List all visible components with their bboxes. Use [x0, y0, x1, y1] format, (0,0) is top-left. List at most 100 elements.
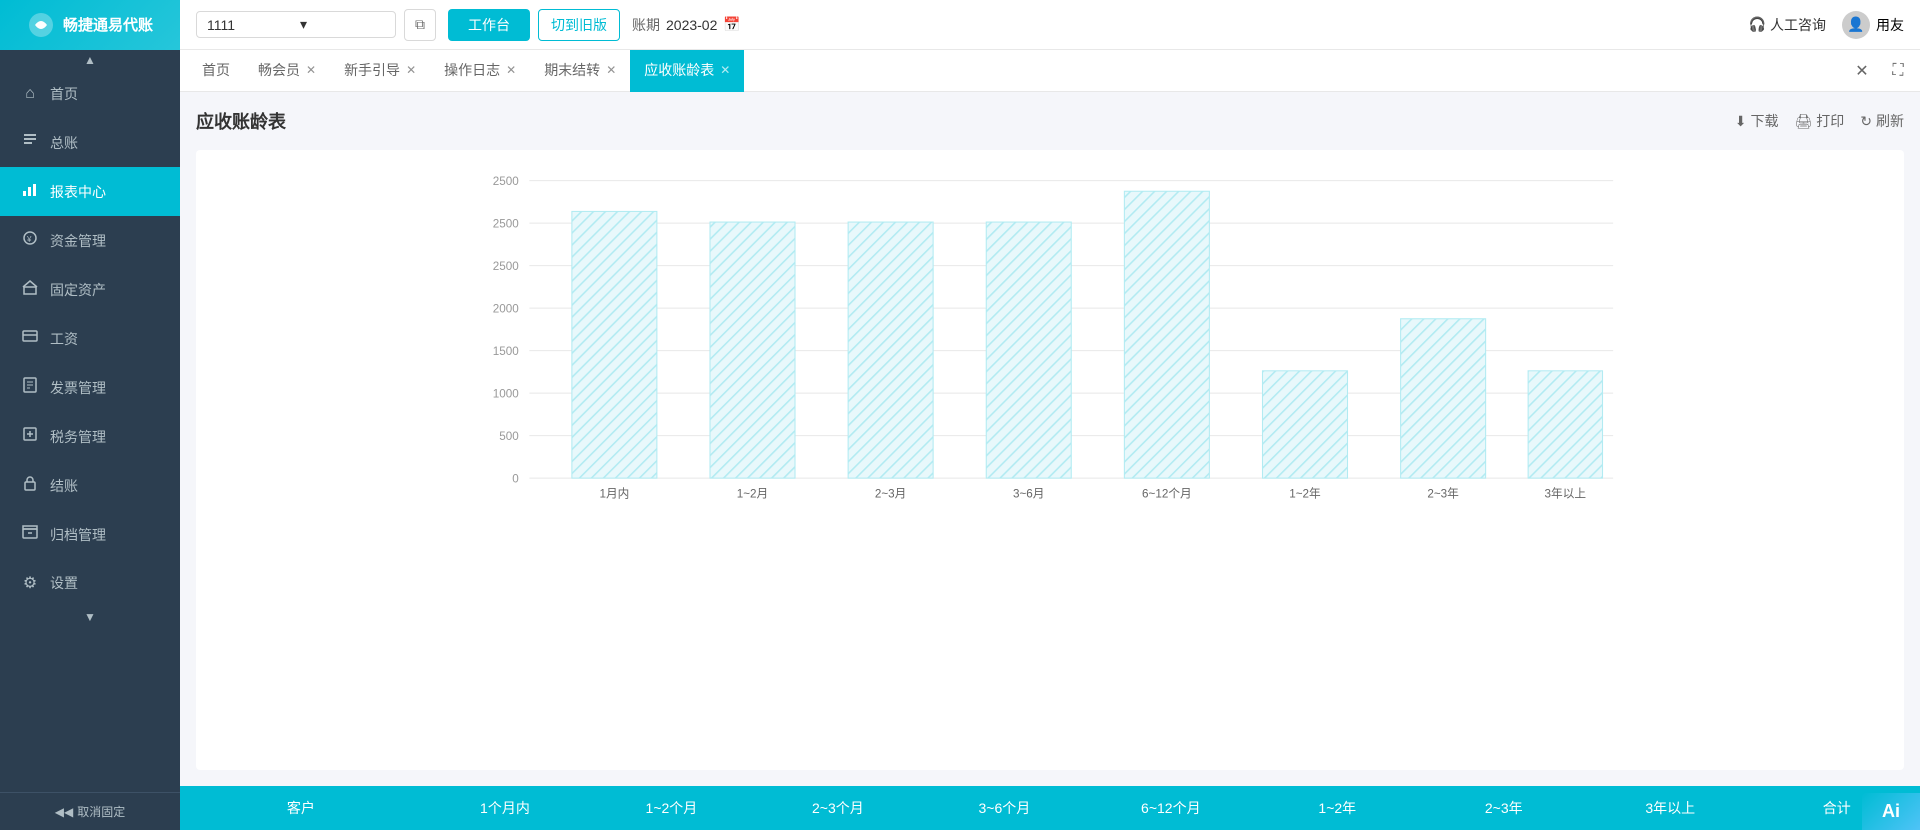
tab-member-close[interactable]: ✕ [306, 63, 316, 77]
tab-member[interactable]: 畅会员 ✕ [244, 50, 330, 92]
svg-text:6~12个月: 6~12个月 [1142, 487, 1192, 500]
sidebar-item-fund[interactable]: ¥ 资金管理 [0, 216, 180, 265]
user-area[interactable]: 👤 用友 [1842, 11, 1904, 39]
svg-text:500: 500 [499, 430, 519, 443]
tab-guide-close[interactable]: ✕ [406, 63, 416, 77]
settings-icon: ⚙ [20, 573, 40, 593]
close-account-icon [20, 475, 40, 496]
invoice-icon [20, 377, 40, 398]
sidebar: ▲ ⌂ 首页 总账 报表中心 ¥ 资金管理 固定资产 [0, 50, 180, 830]
chart-wrapper: 2500 2500 2500 2000 1500 1000 500 0 [216, 170, 1884, 510]
svg-text:1月内: 1月内 [599, 486, 629, 500]
headset-icon: 🎧 [1749, 16, 1766, 33]
sidebar-item-ledger[interactable]: 总账 [0, 118, 180, 167]
avatar: 👤 [1842, 11, 1870, 39]
col-1month: 1个月内 [422, 798, 588, 818]
tab-oplog-close[interactable]: ✕ [506, 63, 516, 77]
archive-icon [20, 524, 40, 545]
sidebar-item-reports[interactable]: 报表中心 [0, 167, 180, 216]
header-right: 🎧 人工咨询 👤 用友 [1749, 11, 1904, 39]
tabs-right: ✕ ⛶ [1848, 57, 1912, 85]
svg-text:2500: 2500 [493, 217, 519, 230]
tax-icon [20, 426, 40, 447]
ledger-icon [20, 132, 40, 153]
company-selector[interactable]: 1111 ▾ [196, 11, 396, 38]
svg-text:1000: 1000 [493, 387, 519, 400]
sidebar-item-home[interactable]: ⌂ 首页 [0, 70, 180, 118]
sidebar-item-settings[interactable]: ⚙ 设置 [0, 559, 180, 607]
close-all-tabs-button[interactable]: ✕ [1848, 57, 1876, 85]
sidebar-item-invoice[interactable]: 发票管理 [0, 363, 180, 412]
cancel-fixed-button[interactable]: ◀◀ 取消固定 [0, 792, 180, 830]
logo: 畅捷通易代账 [0, 0, 180, 50]
refresh-icon: ↻ [1860, 113, 1872, 130]
sidebar-scroll-up[interactable]: ▲ [0, 50, 180, 70]
col-2-3year: 2~3年 [1421, 798, 1587, 818]
expand-tabs-button[interactable]: ⛶ [1884, 57, 1912, 85]
col-2-3month: 2~3个月 [755, 798, 921, 818]
assets-icon [20, 279, 40, 300]
workbench-button[interactable]: 工作台 [448, 9, 530, 41]
svg-text:2000: 2000 [493, 302, 519, 315]
main-layout: ▲ ⌂ 首页 总账 报表中心 ¥ 资金管理 固定资产 [0, 50, 1920, 830]
svg-text:2500: 2500 [493, 260, 519, 273]
content-area: 首页 畅会员 ✕ 新手引导 ✕ 操作日志 ✕ 期末结转 ✕ 应收账龄表 ✕ [180, 50, 1920, 830]
sidebar-item-tax[interactable]: 税务管理 [0, 412, 180, 461]
svg-text:1~2年: 1~2年 [1289, 486, 1321, 500]
svg-text:3~6月: 3~6月 [1013, 487, 1044, 500]
download-icon: ⬇ [1735, 113, 1747, 130]
switch-old-button[interactable]: 切到旧版 [538, 9, 620, 41]
sidebar-item-close[interactable]: 结账 [0, 461, 180, 510]
copy-button[interactable]: ⧉ [404, 9, 436, 41]
header: 畅捷通易代账 1111 ▾ ⧉ 工作台 切到旧版 账期 2023-02 📅 🎧 … [0, 0, 1920, 50]
print-button[interactable]: 🖨 打印 [1794, 111, 1844, 131]
ai-badge[interactable]: Ai [1862, 793, 1920, 830]
tab-aging-close[interactable]: ✕ [720, 63, 730, 77]
person-icon: 👤 [1847, 16, 1864, 33]
page-actions: ⬇ 下载 🖨 打印 ↻ 刷新 [1735, 111, 1904, 131]
svg-text:2500: 2500 [493, 175, 519, 188]
svg-text:2~3年: 2~3年 [1427, 486, 1459, 500]
download-button[interactable]: ⬇ 下载 [1735, 111, 1779, 131]
page-content: 应收账龄表 ⬇ 下载 🖨 打印 ↻ 刷新 [180, 92, 1920, 786]
reports-icon [20, 181, 40, 202]
sidebar-bottom: ◀◀ 取消固定 [0, 792, 180, 830]
tab-oplog[interactable]: 操作日志 ✕ [430, 50, 530, 92]
consult-button[interactable]: 🎧 人工咨询 [1749, 15, 1826, 35]
col-6-12month: 6~12个月 [1088, 798, 1254, 818]
sidebar-item-assets[interactable]: 固定资产 [0, 265, 180, 314]
dropdown-icon: ▾ [300, 16, 385, 33]
calendar-icon[interactable]: 📅 [723, 16, 740, 33]
svg-text:1500: 1500 [493, 345, 519, 358]
col-1-2month: 1~2个月 [588, 798, 754, 818]
tab-period-close[interactable]: 期末结转 ✕ [530, 50, 630, 92]
copy-icon: ⧉ [415, 16, 425, 33]
chart-container: 2500 2500 2500 2000 1500 1000 500 0 [196, 150, 1904, 770]
sidebar-item-salary[interactable]: 工资 [0, 314, 180, 363]
tab-home[interactable]: 首页 [188, 50, 244, 92]
col-3plus-year: 3年以上 [1587, 798, 1753, 818]
period-area: 账期 2023-02 📅 [632, 15, 741, 35]
salary-icon [20, 328, 40, 349]
fund-icon: ¥ [20, 230, 40, 251]
page-header: 应收账龄表 ⬇ 下载 🖨 打印 ↻ 刷新 [196, 108, 1904, 134]
table-header: 客户 1个月内 1~2个月 2~3个月 3~6个月 6~12个月 1~2年 2~… [180, 786, 1920, 830]
svg-text:1~2月: 1~2月 [737, 487, 768, 500]
tab-period-close-close[interactable]: ✕ [606, 63, 616, 77]
page-title: 应收账龄表 [196, 108, 286, 134]
svg-text:2~3月: 2~3月 [875, 487, 906, 500]
col-customer: 客户 [180, 798, 422, 818]
tabs-bar: 首页 畅会员 ✕ 新手引导 ✕ 操作日志 ✕ 期末结转 ✕ 应收账龄表 ✕ [180, 50, 1920, 92]
sidebar-scroll-down[interactable]: ▼ [0, 607, 180, 627]
tab-guide[interactable]: 新手引导 ✕ [330, 50, 430, 92]
pin-icon: ◀◀ [55, 805, 73, 819]
svg-text:¥: ¥ [26, 235, 32, 244]
sidebar-item-archive[interactable]: 归档管理 [0, 510, 180, 559]
col-1-2year: 1~2年 [1254, 798, 1420, 818]
svg-text:0: 0 [512, 472, 519, 485]
bar-chart: 2500 2500 2500 2000 1500 1000 500 0 [216, 170, 1884, 510]
col-3-6month: 3~6个月 [921, 798, 1087, 818]
print-icon: 🖨 [1794, 113, 1812, 130]
refresh-button[interactable]: ↻ 刷新 [1860, 111, 1904, 131]
tab-aging[interactable]: 应收账龄表 ✕ [630, 50, 744, 92]
